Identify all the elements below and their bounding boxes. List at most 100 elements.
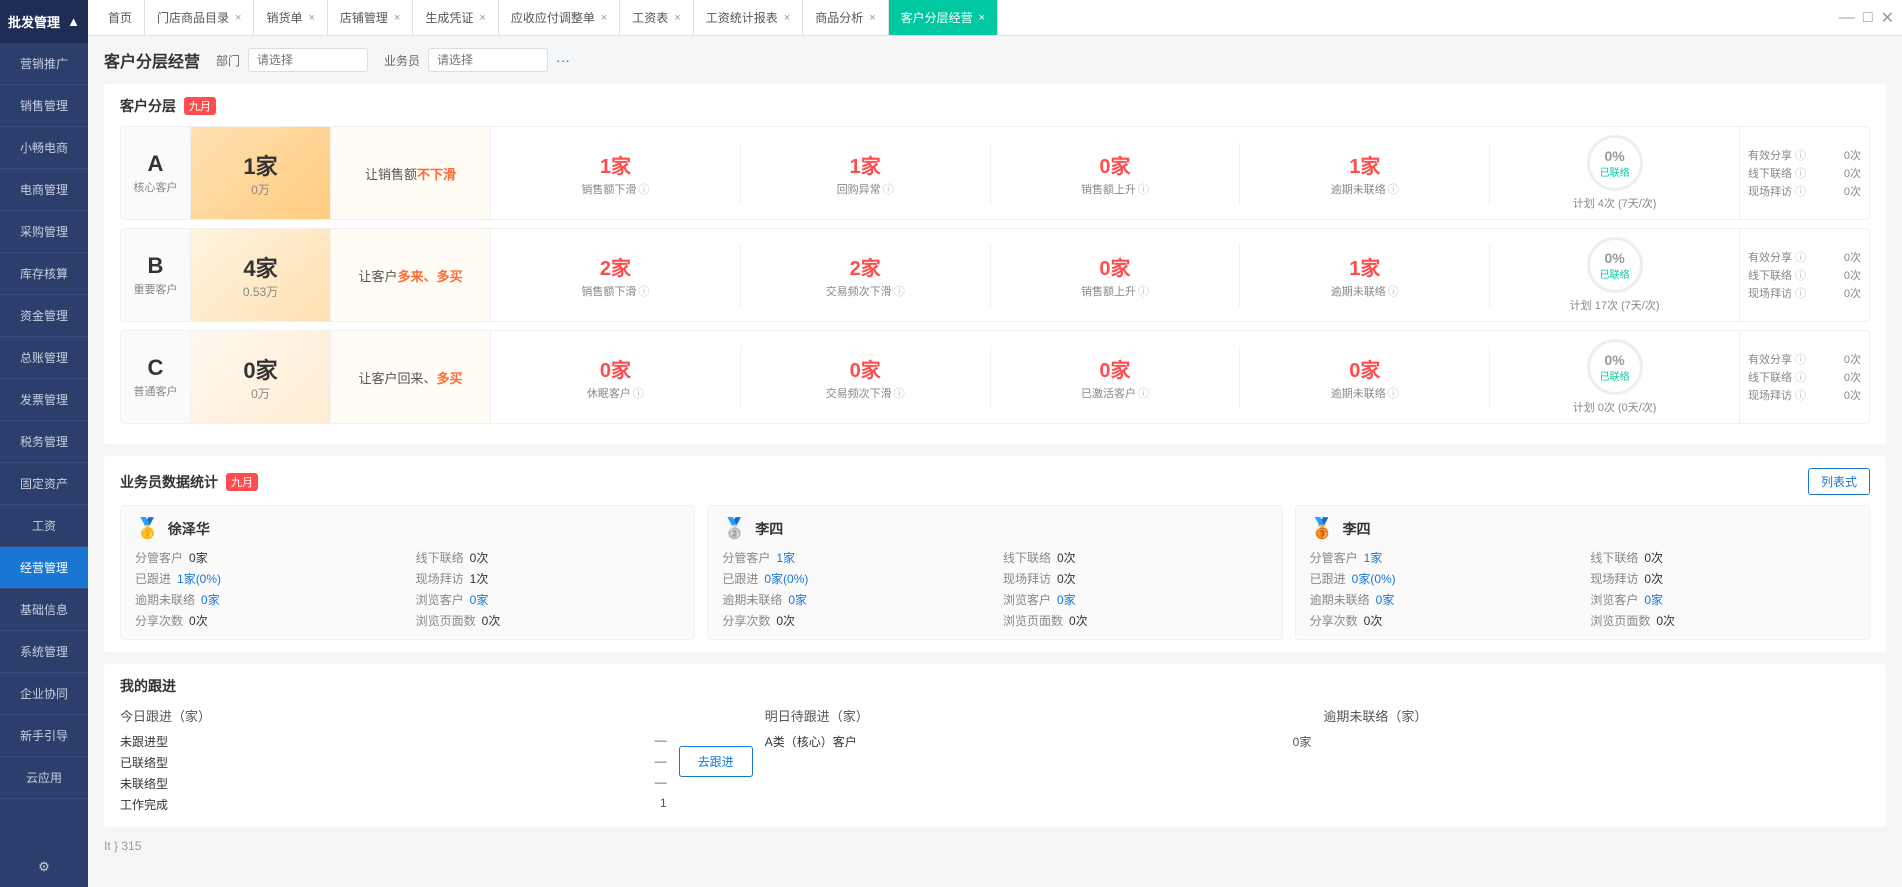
sidebar-item-小畅电商[interactable]: 小畅电商: [0, 127, 88, 169]
sidebar-item-营销推广[interactable]: 营销推广: [0, 43, 88, 85]
agent-stat-value[interactable]: 0家: [1376, 591, 1395, 608]
agent-stat-value[interactable]: 0家: [201, 591, 220, 608]
agent-stat-left-0: 分管客户1家: [1310, 549, 1575, 566]
tomorrow-col-title: 明日待跟进（家）: [765, 706, 1312, 725]
agent-name-row: 🥈李四: [722, 516, 1267, 541]
tab-门店商品目录[interactable]: 门店商品目录×: [145, 0, 254, 36]
side-stat-val: 0次: [1844, 369, 1861, 385]
agent-stat-value[interactable]: 1家(0%): [177, 570, 221, 587]
tab-客户分层经营[interactable]: 客户分层经营×: [889, 0, 998, 36]
stat-block-C-1[interactable]: 0家交易频次下滑 ⓘ: [741, 346, 991, 409]
tab-close-工资统计报表[interactable]: ×: [784, 12, 790, 24]
sidebar-item-电商管理[interactable]: 电商管理: [0, 169, 88, 211]
sidebar-item-发票管理[interactable]: 发票管理: [0, 379, 88, 421]
stat-block-C-0[interactable]: 0家休眠客户 ⓘ: [491, 346, 741, 409]
sidebar-item-资金管理[interactable]: 资金管理: [0, 295, 88, 337]
info-icon[interactable]: ⓘ: [1138, 385, 1149, 401]
info-icon[interactable]: ⓘ: [1795, 186, 1806, 198]
go-followup-button[interactable]: 去跟进: [679, 746, 753, 777]
tier-action-B: 让客户多来、多买: [331, 229, 491, 321]
sidebar-item-工资[interactable]: 工资: [0, 505, 88, 547]
info-icon[interactable]: ⓘ: [1795, 354, 1806, 366]
sidebar-item-采购管理[interactable]: 采购管理: [0, 211, 88, 253]
stat-block-B-0[interactable]: 2家销售额下滑 ⓘ: [491, 244, 741, 307]
info-icon[interactable]: ⓘ: [1795, 270, 1806, 282]
stat-block-C-2[interactable]: 0家已激活客户 ⓘ: [991, 346, 1241, 409]
agent-stat-value[interactable]: 0家: [788, 591, 807, 608]
info-icon[interactable]: ⓘ: [633, 385, 644, 401]
agent-stat-label: 浏览客户: [1590, 591, 1638, 608]
info-icon[interactable]: ⓘ: [1388, 385, 1399, 401]
agent-select[interactable]: [428, 48, 548, 72]
tab-close-工资表[interactable]: ×: [674, 12, 680, 24]
sidebar-item-销售管理[interactable]: 销售管理: [0, 85, 88, 127]
sidebar-item-总账管理[interactable]: 总账管理: [0, 337, 88, 379]
sidebar-item-企业协同[interactable]: 企业协同: [0, 673, 88, 715]
sidebar-item-经营管理[interactable]: 经营管理: [0, 547, 88, 589]
sidebar-item-云应用[interactable]: 云应用: [0, 757, 88, 799]
stat-block-C-3[interactable]: 0家逾期未联络 ⓘ: [1240, 346, 1490, 409]
tab-店铺管理[interactable]: 店铺管理×: [328, 0, 413, 36]
tab-生成凭证[interactable]: 生成凭证×: [413, 0, 498, 36]
minimize-icon[interactable]: —: [1839, 9, 1855, 27]
tab-close-门店商品目录[interactable]: ×: [235, 12, 241, 24]
tier-count: 1家: [243, 149, 277, 181]
sidebar-item-固定资产[interactable]: 固定资产: [0, 463, 88, 505]
tab-close-客户分层经营[interactable]: ×: [979, 12, 985, 24]
list-view-button[interactable]: 列表式: [1808, 468, 1870, 495]
agent-stat-value[interactable]: 1家: [776, 549, 795, 566]
stat-block-B-2[interactable]: 0家销售额上升 ⓘ: [991, 244, 1241, 307]
tab-close-应收应付调整单[interactable]: ×: [601, 12, 607, 24]
agent-stat-value[interactable]: 0家(0%): [764, 570, 808, 587]
info-icon[interactable]: ⓘ: [1795, 150, 1806, 162]
sidebar-item-系统管理[interactable]: 系统管理: [0, 631, 88, 673]
info-icon[interactable]: ⓘ: [638, 283, 649, 299]
tab-销货单[interactable]: 销货单×: [254, 0, 327, 36]
tab-商品分析[interactable]: 商品分析×: [803, 0, 888, 36]
stat-block-A-2[interactable]: 0家销售额上升 ⓘ: [991, 142, 1241, 205]
more-icon[interactable]: ···: [556, 52, 570, 68]
tab-close-店铺管理[interactable]: ×: [394, 12, 400, 24]
sidebar-item-税务管理[interactable]: 税务管理: [0, 421, 88, 463]
tab-close-生成凭证[interactable]: ×: [479, 12, 485, 24]
info-icon[interactable]: ⓘ: [1795, 372, 1806, 384]
stat-block-A-1[interactable]: 1家回购异常 ⓘ: [741, 142, 991, 205]
info-icon[interactable]: ⓘ: [638, 181, 649, 197]
tab-close-销货单[interactable]: ×: [308, 12, 314, 24]
stat-block-B-3[interactable]: 1家逾期未联络 ⓘ: [1240, 244, 1490, 307]
agent-stat-value[interactable]: 1家: [1364, 549, 1383, 566]
dept-select[interactable]: [248, 48, 368, 72]
info-icon[interactable]: ⓘ: [1388, 283, 1399, 299]
info-icon[interactable]: ⓘ: [1138, 283, 1149, 299]
info-icon[interactable]: ⓘ: [1795, 288, 1806, 300]
agent-stat-label: 线下联络: [1003, 549, 1051, 566]
info-icon[interactable]: ⓘ: [894, 385, 905, 401]
info-icon[interactable]: ⓘ: [883, 181, 894, 197]
agent-stat-value[interactable]: 0家: [470, 591, 489, 608]
tab-首页[interactable]: 首页: [96, 0, 145, 36]
sidebar-item-库存核算[interactable]: 库存核算: [0, 253, 88, 295]
sidebar-header[interactable]: 批发管理 ▲: [0, 0, 88, 43]
agent-stat-value[interactable]: 0家: [1644, 591, 1663, 608]
close-window-icon[interactable]: ✕: [1881, 8, 1894, 28]
stat-block-B-1[interactable]: 2家交易频次下滑 ⓘ: [741, 244, 991, 307]
stat-block-A-0[interactable]: 1家销售额下滑 ⓘ: [491, 142, 741, 205]
info-icon[interactable]: ⓘ: [1138, 181, 1149, 197]
info-icon[interactable]: ⓘ: [1795, 252, 1806, 264]
info-icon[interactable]: ⓘ: [1795, 168, 1806, 180]
info-icon[interactable]: ⓘ: [1795, 390, 1806, 402]
sidebar-item-基础信息[interactable]: 基础信息: [0, 589, 88, 631]
settings-icon[interactable]: ⚙: [0, 847, 88, 887]
maximize-icon[interactable]: □: [1863, 9, 1873, 27]
stat-block-A-3[interactable]: 1家逾期未联络 ⓘ: [1240, 142, 1490, 205]
tab-工资表[interactable]: 工资表×: [620, 0, 693, 36]
tab-应收应付调整单[interactable]: 应收应付调整单×: [499, 0, 620, 36]
agent-stat-label: 分享次数: [722, 612, 770, 629]
agent-stat-value[interactable]: 0家(0%): [1352, 570, 1396, 587]
info-icon[interactable]: ⓘ: [1388, 181, 1399, 197]
tab-close-商品分析[interactable]: ×: [869, 12, 875, 24]
sidebar-item-新手引导[interactable]: 新手引导: [0, 715, 88, 757]
info-icon[interactable]: ⓘ: [894, 283, 905, 299]
agent-stat-value[interactable]: 0家: [1057, 591, 1076, 608]
tab-工资统计报表[interactable]: 工资统计报表×: [694, 0, 803, 36]
